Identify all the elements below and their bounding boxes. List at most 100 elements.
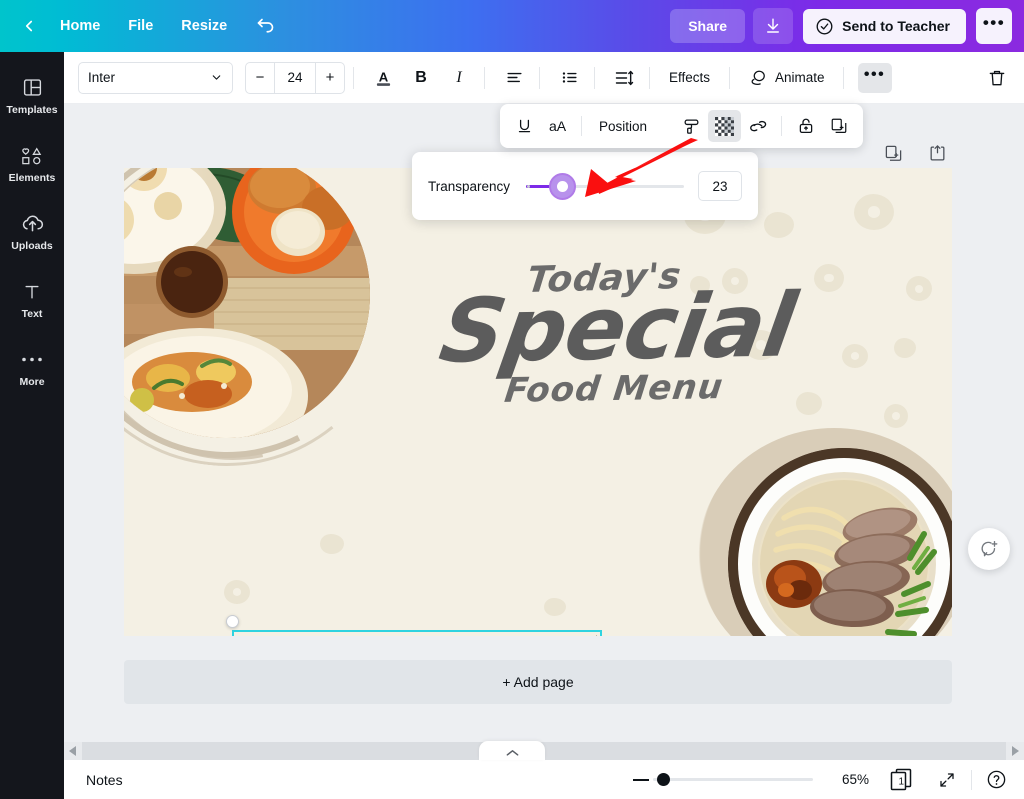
selected-textbox[interactable]: Street Food Around Asia	[232, 630, 602, 636]
texture-blob	[906, 276, 932, 301]
add-comment-icon[interactable]	[968, 528, 1010, 570]
align-left-icon[interactable]	[497, 61, 531, 95]
text-caret	[596, 635, 598, 636]
bottom-divider	[971, 770, 972, 790]
toolbar-divider-6	[729, 67, 730, 89]
link-icon[interactable]	[741, 110, 774, 142]
transparency-slider[interactable]	[526, 175, 684, 197]
zoom-track[interactable]	[653, 778, 813, 781]
transparency-label: Transparency	[428, 179, 510, 194]
texture-blob	[764, 212, 794, 238]
noodle-soup-bowl-photo[interactable]	[694, 424, 952, 636]
line-spacing-icon[interactable]	[607, 61, 641, 95]
floating-divider-1	[581, 116, 582, 136]
toolbar-divider-2	[484, 67, 485, 89]
font-size-stepper: − 24 +	[245, 62, 345, 94]
transparency-checker-icon[interactable]	[708, 110, 741, 142]
undo-button[interactable]	[247, 9, 283, 43]
chevron-up-icon	[506, 749, 519, 757]
bullet-list-icon[interactable]	[552, 61, 586, 95]
animate-button[interactable]: Animate	[738, 62, 835, 94]
add-page-button[interactable]: + Add page	[124, 660, 952, 704]
expand-icon[interactable]	[933, 766, 961, 794]
bold-button[interactable]: B	[404, 61, 438, 95]
position-button[interactable]: Position	[589, 113, 657, 140]
transparency-value-input[interactable]: 23	[698, 171, 742, 201]
texture-blob	[796, 392, 822, 415]
more-dots-icon	[21, 349, 43, 371]
toolbar-more-button[interactable]: •••	[858, 63, 892, 93]
download-button[interactable]	[753, 8, 793, 44]
design-headline[interactable]: Today's Special Food Menu	[442, 258, 742, 409]
duplicate-page-icon[interactable]	[880, 140, 906, 166]
italic-label: I	[456, 69, 461, 87]
page-number: 1	[899, 776, 905, 787]
texture-blob	[224, 580, 250, 604]
header-more-button[interactable]: •••	[976, 8, 1012, 44]
texture-blob	[854, 194, 894, 230]
file-menu[interactable]: File	[114, 10, 167, 42]
floating-divider-2	[781, 116, 782, 136]
letter-case-label: aA	[549, 118, 566, 134]
font-size-value[interactable]: 24	[274, 63, 316, 93]
send-to-teacher-button[interactable]: Send to Teacher	[803, 9, 966, 44]
font-family-select[interactable]: Inter	[78, 62, 233, 94]
sidebar-label-elements: Elements	[9, 172, 56, 184]
paint-roller-icon[interactable]	[675, 110, 708, 142]
duplicate-icon[interactable]	[822, 110, 855, 142]
svg-text:A: A	[378, 69, 388, 84]
caret-left-icon[interactable]	[64, 742, 82, 760]
font-family-value: Inter	[88, 70, 115, 85]
lock-icon[interactable]	[789, 110, 822, 142]
trash-icon[interactable]	[980, 61, 1014, 95]
sidebar-item-uploads[interactable]: Uploads	[0, 198, 64, 266]
sidebar-item-text[interactable]: Text	[0, 266, 64, 334]
zoom-slider[interactable]	[633, 778, 813, 781]
zoom-percent-label: 65%	[831, 772, 869, 787]
share-button[interactable]: Share	[670, 9, 745, 43]
zoom-out-button[interactable]	[633, 779, 649, 781]
sidebar-label-uploads: Uploads	[11, 240, 52, 252]
headline-food-menu: Food Menu	[483, 366, 745, 410]
slider-tick	[527, 185, 530, 188]
texture-blob	[814, 264, 844, 292]
sidebar-label-more: More	[19, 376, 44, 388]
back-button[interactable]	[12, 9, 46, 43]
headline-special: Special	[436, 288, 749, 369]
zoom-knob[interactable]	[657, 773, 670, 786]
page-count-badge[interactable]: 1	[889, 768, 915, 792]
uploads-icon	[21, 213, 44, 235]
animate-label: Animate	[775, 70, 825, 85]
selection-handle[interactable]	[226, 615, 239, 628]
app-header: Home File Resize Share Send to Teacher •…	[0, 0, 1024, 52]
italic-button[interactable]: I	[442, 61, 476, 95]
toolbar-divider-5	[649, 67, 650, 89]
add-page-icon[interactable]	[924, 140, 950, 166]
help-icon[interactable]	[982, 766, 1010, 794]
resize-menu[interactable]: Resize	[167, 10, 241, 42]
text-toolbar: Inter − 24 + A B I Effects Animate •••	[64, 52, 1024, 104]
slider-knob[interactable]	[549, 173, 576, 200]
bottom-bar: Notes 65% 1	[64, 760, 1024, 799]
design-page[interactable]: Today's Special Food Menu	[124, 168, 952, 636]
sidebar-item-templates[interactable]: Templates	[0, 62, 64, 130]
font-size-increase[interactable]: +	[316, 63, 344, 93]
effects-button[interactable]: Effects	[658, 63, 721, 92]
sidebar-label-templates: Templates	[6, 104, 57, 116]
animate-icon	[748, 68, 768, 88]
home-menu[interactable]: Home	[46, 10, 114, 42]
text-color-icon[interactable]: A	[366, 61, 400, 95]
caret-right-icon[interactable]	[1006, 742, 1024, 760]
sidebar-item-more[interactable]: More	[0, 334, 64, 402]
bold-label: B	[415, 69, 427, 87]
notes-button[interactable]: Notes	[86, 772, 123, 788]
left-sidebar: Templates Elements Uploads Text More	[0, 52, 64, 799]
font-size-decrease[interactable]: −	[246, 63, 274, 93]
underline-button[interactable]	[508, 110, 541, 142]
text-icon	[22, 281, 42, 303]
sidebar-item-elements[interactable]: Elements	[0, 130, 64, 198]
letter-case-button[interactable]: aA	[541, 110, 574, 142]
toolbar-divider-3	[539, 67, 540, 89]
check-circle-icon	[815, 17, 834, 36]
collapse-panel-button[interactable]	[479, 741, 545, 760]
